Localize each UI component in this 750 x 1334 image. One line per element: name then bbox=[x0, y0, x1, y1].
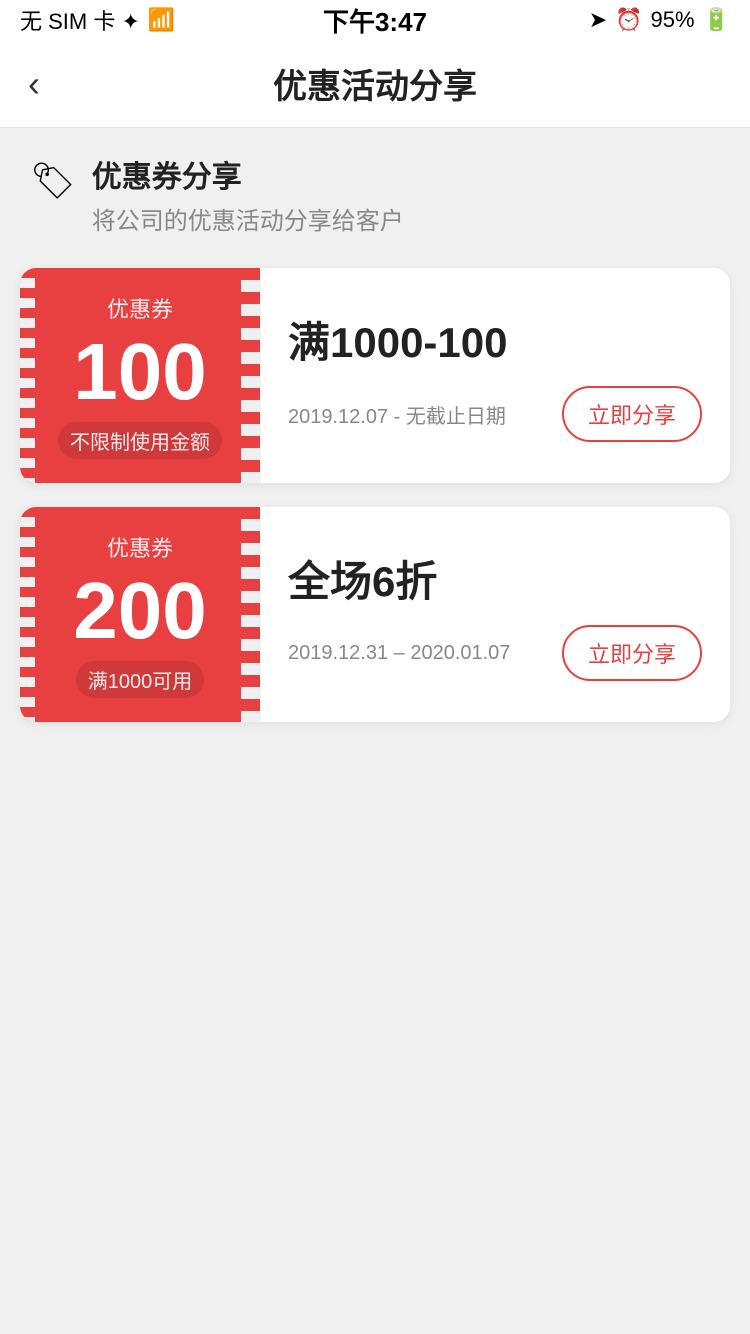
status-time: 下午3:47 bbox=[323, 2, 427, 39]
coupon-left-0: 优惠券 100 不限制使用金额 bbox=[20, 268, 260, 483]
coupon-date-1: 2019.12.31 – 2020.01.07 bbox=[288, 642, 550, 665]
coupon-date-0: 2019.12.07 - 无截止日期 bbox=[288, 400, 550, 429]
section-subtitle: 将公司的优惠活动分享给客户 bbox=[92, 201, 404, 236]
back-button[interactable]: ‹ bbox=[28, 63, 40, 105]
no-sim-text: 无 SIM 卡 ✦ bbox=[20, 4, 140, 36]
status-left: 无 SIM 卡 ✦ 📶 bbox=[20, 4, 175, 36]
coupon-left-1: 优惠券 200 满1000可用 bbox=[20, 507, 260, 722]
coupon-right-1: 全场6折 2019.12.31 – 2020.01.07 立即分享 bbox=[260, 507, 730, 722]
empty-area bbox=[0, 764, 750, 1264]
battery-text: 95% bbox=[651, 7, 695, 33]
share-button-0[interactable]: 立即分享 bbox=[562, 386, 702, 442]
section-title: 优惠券分享 bbox=[92, 158, 404, 197]
status-right: ➤ ⏰ 95% 🔋 bbox=[589, 7, 730, 33]
coupon-name-0: 满1000-100 bbox=[288, 309, 702, 370]
coupon-right-0: 满1000-100 2019.12.07 - 无截止日期 立即分享 bbox=[260, 268, 730, 483]
coupon-amount-0: 100 bbox=[73, 332, 206, 412]
coupon-meta-1: 2019.12.31 – 2020.01.07 立即分享 bbox=[288, 625, 702, 681]
section-text: 优惠券分享 将公司的优惠活动分享给客户 bbox=[92, 158, 404, 236]
coupon-section-icon: 🏷 bbox=[30, 160, 76, 202]
coupon-card-0: 优惠券 100 不限制使用金额 满1000-100 2019.12.07 - 无… bbox=[20, 268, 730, 483]
wifi-icon: 📶 bbox=[148, 7, 175, 33]
status-bar: 无 SIM 卡 ✦ 📶 下午3:47 ➤ ⏰ 95% 🔋 bbox=[0, 0, 750, 40]
coupon-condition-1: 满1000可用 bbox=[76, 661, 205, 698]
coupon-type-0: 优惠券 bbox=[107, 292, 173, 324]
coupon-name-1: 全场6折 bbox=[288, 548, 702, 609]
coupon-list: 优惠券 100 不限制使用金额 满1000-100 2019.12.07 - 无… bbox=[0, 256, 750, 764]
battery-icon: 🔋 bbox=[703, 7, 730, 33]
nav-bar: ‹ 优惠活动分享 bbox=[0, 40, 750, 128]
alarm-icon: ⏰ bbox=[615, 7, 642, 33]
coupon-condition-0: 不限制使用金额 bbox=[58, 422, 222, 459]
coupon-amount-1: 200 bbox=[73, 571, 206, 651]
coupon-card-1: 优惠券 200 满1000可用 全场6折 2019.12.31 – 2020.0… bbox=[20, 507, 730, 722]
section-header: 🏷 优惠券分享 将公司的优惠活动分享给客户 bbox=[0, 128, 750, 256]
coupon-type-1: 优惠券 bbox=[107, 531, 173, 563]
location-icon: ➤ bbox=[589, 7, 607, 33]
page-title: 优惠活动分享 bbox=[273, 59, 477, 108]
share-button-1[interactable]: 立即分享 bbox=[562, 625, 702, 681]
coupon-meta-0: 2019.12.07 - 无截止日期 立即分享 bbox=[288, 386, 702, 442]
